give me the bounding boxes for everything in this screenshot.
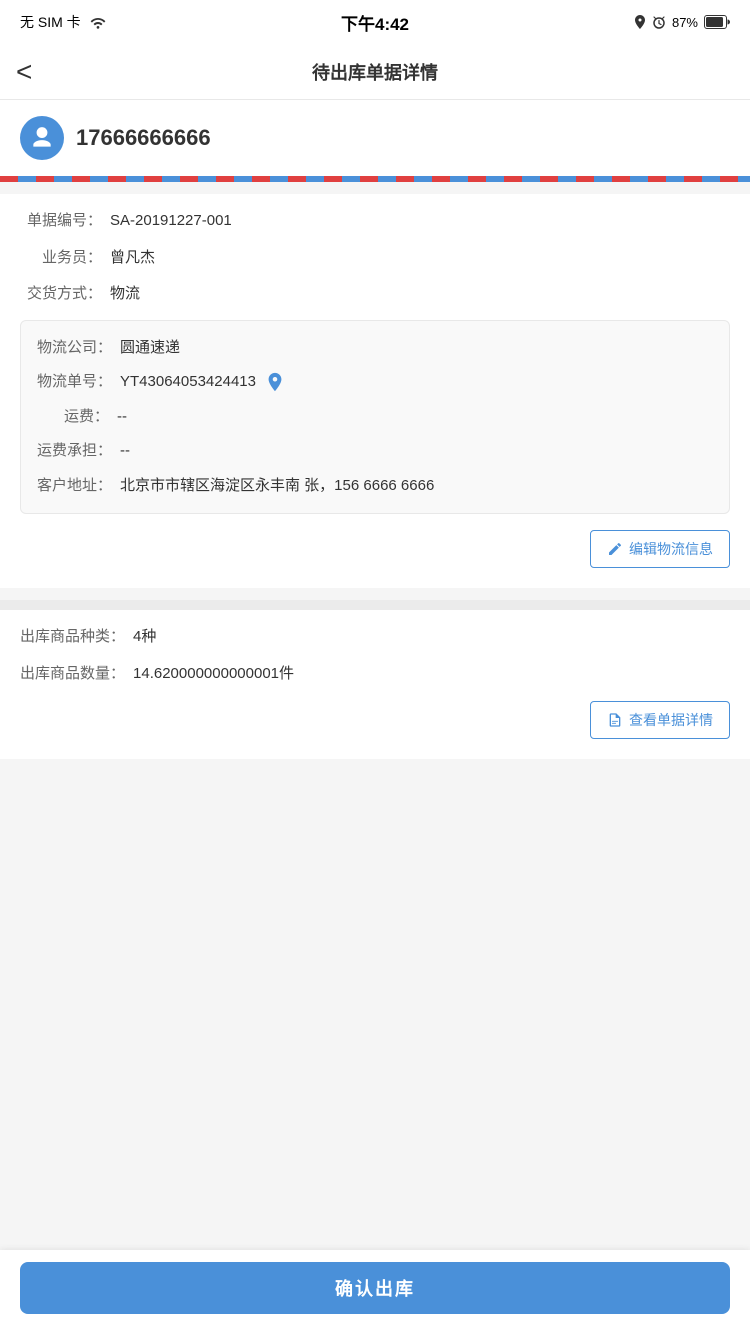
battery-label: 87% <box>672 15 698 30</box>
freight-value: -- <box>117 406 713 429</box>
address-value: 北京市市辖区海淀区永丰南 张，156 6666 6666 <box>120 475 713 498</box>
delivery-method-label: 交货方式： <box>20 283 110 306</box>
status-bar: 无 SIM 卡 下午4:42 87% <box>0 0 750 44</box>
tracking-number-text: YT43064053424413 <box>120 371 256 394</box>
goods-quantity-value: 14.620000000000001件 <box>133 663 730 686</box>
person-icon <box>29 125 55 151</box>
wifi-icon <box>89 15 107 29</box>
tracking-number-row: 物流单号： YT43064053424413 <box>37 371 713 394</box>
customer-header: 17666666666 <box>0 100 750 176</box>
logistics-company-label: 物流公司： <box>37 337 120 360</box>
status-time: 下午4:42 <box>341 10 409 35</box>
logistics-company-row: 物流公司： 圆通速递 <box>37 337 713 360</box>
freight-row: 运费： -- <box>37 406 713 429</box>
sales-person-value: 曾凡杰 <box>110 247 730 270</box>
back-button[interactable]: < <box>16 58 32 86</box>
edit-icon <box>607 541 623 557</box>
tracking-location-icon[interactable] <box>264 371 286 393</box>
goods-type-label: 出库商品种类： <box>20 626 133 649</box>
status-right: 87% <box>634 15 730 30</box>
logistics-card: 物流公司： 圆通速递 物流单号： YT43064053424413 运费： --… <box>20 320 730 515</box>
sales-person-label: 业务员： <box>20 247 110 270</box>
tracking-number-label: 物流单号： <box>37 371 120 394</box>
edit-logistics-btn-wrap: 编辑物流信息 <box>20 530 730 568</box>
alarm-status-icon <box>652 15 666 29</box>
confirm-button[interactable]: 确认出库 <box>20 1262 730 1314</box>
document-number-value: SA-20191227-001 <box>110 210 730 233</box>
confirm-btn-wrap: 确认出库 <box>0 1250 750 1334</box>
goods-type-value: 4种 <box>133 626 730 649</box>
document-number-row: 单据编号： SA-20191227-001 <box>20 210 730 233</box>
delivery-method-value: 物流 <box>110 283 730 306</box>
tracking-number-value: YT43064053424413 <box>120 371 713 394</box>
order-info-section: 单据编号： SA-20191227-001 业务员： 曾凡杰 交货方式： 物流 … <box>0 194 750 588</box>
freight-bear-row: 运费承担： -- <box>37 440 713 463</box>
address-row: 客户地址： 北京市市辖区海淀区永丰南 张，156 6666 6666 <box>37 475 713 498</box>
logistics-company-value: 圆通速递 <box>120 337 713 360</box>
freight-bear-label: 运费承担： <box>37 440 120 463</box>
edit-logistics-button[interactable]: 编辑物流信息 <box>590 530 730 568</box>
status-left: 无 SIM 卡 <box>20 12 107 32</box>
freight-bear-value: -- <box>120 440 713 463</box>
nav-bar: < 待出库单据详情 <box>0 44 750 100</box>
carrier-label: 无 SIM 卡 <box>20 12 81 32</box>
delivery-method-row: 交货方式： 物流 <box>20 283 730 306</box>
address-label: 客户地址： <box>37 475 120 498</box>
document-number-label: 单据编号： <box>20 210 110 233</box>
goods-section: 出库商品种类： 4种 出库商品数量： 14.620000000000001件 查… <box>0 610 750 759</box>
goods-type-row: 出库商品种类： 4种 <box>20 626 730 649</box>
dashed-separator <box>0 176 750 182</box>
page-title: 待出库单据详情 <box>312 59 438 85</box>
battery-icon <box>704 15 730 29</box>
section-divider <box>0 600 750 610</box>
avatar <box>20 116 64 160</box>
goods-quantity-row: 出库商品数量： 14.620000000000001件 <box>20 663 730 686</box>
view-detail-btn-wrap: 查看单据详情 <box>20 701 730 739</box>
location-status-icon <box>634 15 646 29</box>
empty-space <box>0 771 750 931</box>
sales-person-row: 业务员： 曾凡杰 <box>20 247 730 270</box>
freight-label: 运费： <box>37 406 117 429</box>
view-detail-button[interactable]: 查看单据详情 <box>590 701 730 739</box>
customer-phone: 17666666666 <box>76 125 211 151</box>
view-detail-label: 查看单据详情 <box>629 710 713 730</box>
goods-quantity-label: 出库商品数量： <box>20 663 133 686</box>
document-icon <box>607 712 623 728</box>
edit-logistics-label: 编辑物流信息 <box>629 539 713 559</box>
